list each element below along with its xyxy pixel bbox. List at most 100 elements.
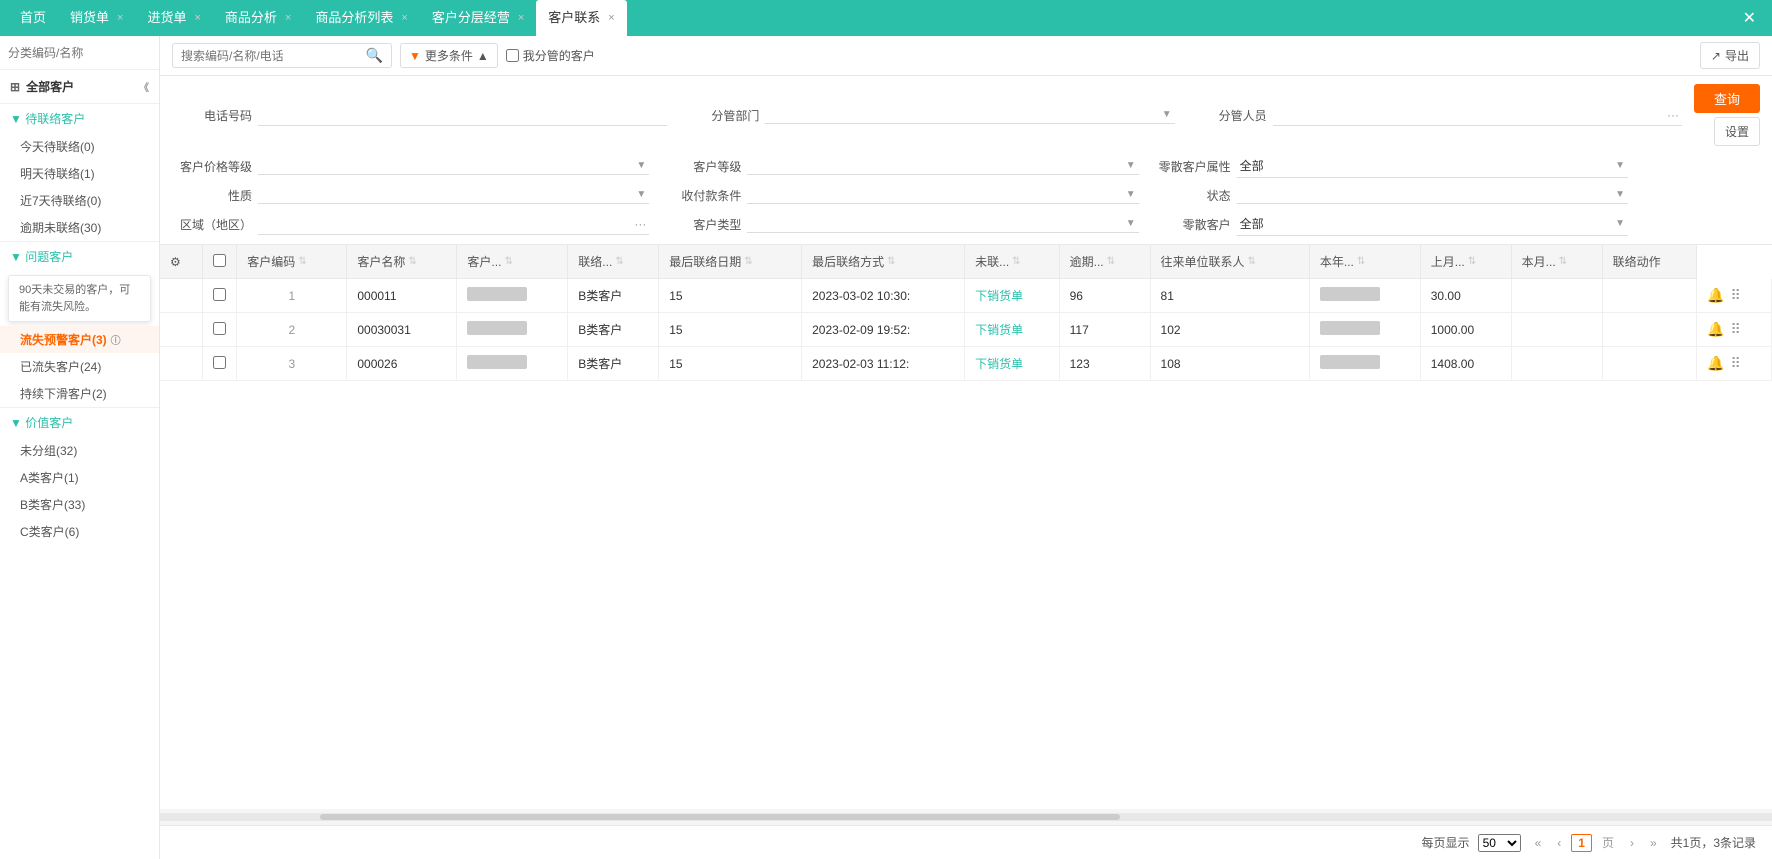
th-code-sort-icon: ⇅ — [298, 256, 306, 267]
filter-region-dots[interactable]: ··· — [634, 217, 646, 231]
filter-payment-select[interactable]: ▼ — [747, 186, 1138, 204]
filter-icon: ▼ — [409, 49, 421, 63]
th-contact-num: 联络...⇅ — [568, 245, 659, 279]
action-contact-icon[interactable]: 🔔 — [1707, 321, 1724, 338]
action-more-icon[interactable]: ⠿ — [1730, 355, 1740, 372]
filter-retail-attr-select[interactable]: 全部 ▼ — [1237, 154, 1628, 178]
filter-price-select[interactable]: ▼ — [258, 157, 649, 175]
filter-person: 分管人员 ··· — [1187, 105, 1682, 126]
row-checkbox-2[interactable] — [213, 356, 226, 369]
filter-row-3: 性质 ▼ 收付款条件 ▼ 状态 — [172, 186, 1760, 204]
filter-retail-cust: 零散客户 全部 ▼ — [1151, 212, 1628, 236]
filter-dept-select[interactable]: ▼ — [765, 106, 1174, 124]
filter-status-chevron: ▼ — [1615, 189, 1625, 200]
last-page-button[interactable]: » — [1644, 834, 1663, 852]
first-page-button[interactable]: « — [1529, 834, 1548, 852]
nav-item-客户分层经营[interactable]: 客户分层经营 × — [420, 0, 536, 36]
toolbar-search-button[interactable]: 🔍 — [366, 47, 383, 64]
setting-button[interactable]: 设置 — [1714, 117, 1760, 146]
sidebar-item-0-3[interactable]: 逾期未联络(30) — [0, 214, 159, 241]
cell-2-1 — [203, 347, 237, 381]
export-button[interactable]: ↗ 导出 — [1700, 42, 1760, 69]
nav-close-icon[interactable]: × — [608, 0, 614, 36]
content-area: 🔍 ▼ 更多条件 ▲ 我分管的客户 ↗ 导出 电话号码 — [160, 36, 1772, 859]
sidebar-section-title-1[interactable]: ▼ 问题客户 — [0, 242, 159, 271]
action-more-icon[interactable]: ⠿ — [1730, 321, 1740, 338]
sidebar-item-1-0[interactable]: 流失预警客户(3) ⓘ — [0, 326, 159, 353]
th-setting[interactable]: ⚙ — [160, 245, 203, 279]
filter-status-select[interactable]: ▼ — [1237, 186, 1628, 204]
filter-nature-label: 性质 — [172, 187, 252, 204]
row-checkbox-1[interactable] — [213, 322, 226, 335]
sidebar-item-2-1[interactable]: A类客户(1) — [0, 464, 159, 491]
nav-close-icon[interactable]: × — [401, 0, 407, 36]
filter-person-select[interactable]: ··· — [1273, 105, 1682, 126]
filter-more-button[interactable]: ▼ 更多条件 ▲ — [400, 43, 498, 68]
nav-item-客户联系[interactable]: 客户联系 × — [536, 0, 626, 36]
cell-1-4 — [457, 313, 568, 347]
nav-item-进货单[interactable]: 进货单 × — [135, 0, 212, 36]
cell-2-10: 108 — [1150, 347, 1309, 381]
my-customers-checkbox[interactable] — [506, 49, 519, 62]
filter-cust-type-select[interactable]: ▼ — [747, 215, 1138, 233]
nav-item-商品分析[interactable]: 商品分析 × — [213, 0, 303, 36]
sidebar-section-title-0[interactable]: ▼ 待联络客户 — [0, 104, 159, 133]
nav-close-icon[interactable]: × — [518, 0, 524, 36]
next-page-button[interactable]: › — [1624, 834, 1640, 852]
sidebar-item-0-1[interactable]: 明天待联络(1) — [0, 160, 159, 187]
prev-page-button[interactable]: ‹ — [1551, 834, 1567, 852]
sidebar-section-title-2[interactable]: ▼ 价值客户 — [0, 408, 159, 437]
th-contact-num-label: 联络... — [578, 253, 612, 270]
nav-close-icon[interactable]: × — [117, 0, 123, 36]
sidebar-all-customers[interactable]: ⊞ 全部客户 《 — [0, 70, 159, 103]
filter-region-label: 区域（地区） — [172, 216, 252, 233]
action-contact-icon[interactable]: 🔔 — [1707, 287, 1724, 304]
th-unlink-days: 未联...⇅ — [965, 245, 1059, 279]
filter-nature-select[interactable]: ▼ — [258, 186, 649, 204]
current-page-number[interactable]: 1 — [1571, 834, 1592, 852]
sidebar-item-0-0[interactable]: 今天待联络(0) — [0, 133, 159, 160]
sidebar-all-label: 全部客户 — [26, 78, 74, 95]
filter-region-select[interactable]: ··· — [258, 214, 649, 235]
sidebar-item-2-2[interactable]: B类客户(33) — [0, 491, 159, 518]
select-all-checkbox[interactable] — [213, 254, 226, 267]
horizontal-scrollbar[interactable] — [160, 813, 1772, 821]
sidebar-item-1-1[interactable]: 已流失客户(24) — [0, 353, 159, 380]
filter-phone-input[interactable] — [258, 105, 667, 126]
action-contact-icon[interactable]: 🔔 — [1707, 355, 1724, 372]
toolbar-search-input[interactable] — [181, 49, 362, 63]
window-close-button[interactable]: ✕ — [1735, 8, 1764, 28]
nav-item-销货单[interactable]: 销货单 × — [58, 0, 135, 36]
cell-2-9: 123 — [1059, 347, 1150, 381]
sidebar-item-2-3[interactable]: C类客户(6) — [0, 518, 159, 545]
th-last-method-sort-icon: ⇅ — [887, 256, 895, 267]
nav-close-icon[interactable]: × — [194, 0, 200, 36]
row-checkbox-0[interactable] — [213, 288, 226, 301]
sidebar-item-1-2[interactable]: 持续下滑客户(2) — [0, 380, 159, 407]
scrollbar-thumb[interactable] — [320, 814, 1120, 820]
nav-close-icon[interactable]: × — [285, 0, 291, 36]
sidebar-search-input[interactable] — [8, 46, 160, 60]
action-more-icon[interactable]: ⠿ — [1730, 287, 1740, 304]
sidebar-section-0: ▼ 待联络客户今天待联络(0)明天待联络(1)近7天待联络(0)逾期未联络(30… — [0, 103, 159, 241]
filter-cust-level-select[interactable]: ▼ — [747, 157, 1138, 175]
filter-payment-label: 收付款条件 — [661, 187, 741, 204]
page-size-select[interactable]: 50 20 100 — [1478, 834, 1521, 852]
filter-retail-cust-select[interactable]: 全部 ▼ — [1237, 212, 1628, 236]
th-this-year: 本年...⇅ — [1309, 245, 1420, 279]
th-this-month: 本月...⇅ — [1511, 245, 1602, 279]
sidebar-section-1: ▼ 问题客户90天未交易的客户，可能有流失风险。流失预警客户(3) ⓘ已流失客户… — [0, 241, 159, 407]
sidebar-item-2-0[interactable]: 未分组(32) — [0, 437, 159, 464]
filter-person-dots[interactable]: ··· — [1667, 108, 1679, 122]
sidebar-item-0-2[interactable]: 近7天待联络(0) — [0, 187, 159, 214]
nav-item-商品分析列表[interactable]: 商品分析列表 × — [303, 0, 419, 36]
table-body: 1000011B类客户152023-03-02 10:30:下销货单968130… — [160, 279, 1772, 381]
cell-1-14 — [1602, 313, 1696, 347]
th-contacts: 往来单位联系人⇅ — [1150, 245, 1309, 279]
th-cust-type: 客户...⇅ — [457, 245, 568, 279]
nav-item-首页[interactable]: 首页 — [8, 0, 58, 36]
query-button[interactable]: 查询 — [1694, 84, 1760, 113]
cell-2-0 — [160, 347, 203, 381]
cell-2-5: B类客户 — [568, 347, 659, 381]
table-footer: 每页显示 50 20 100 « ‹ 1 页 › » 共1页，3条记录 — [160, 825, 1772, 859]
